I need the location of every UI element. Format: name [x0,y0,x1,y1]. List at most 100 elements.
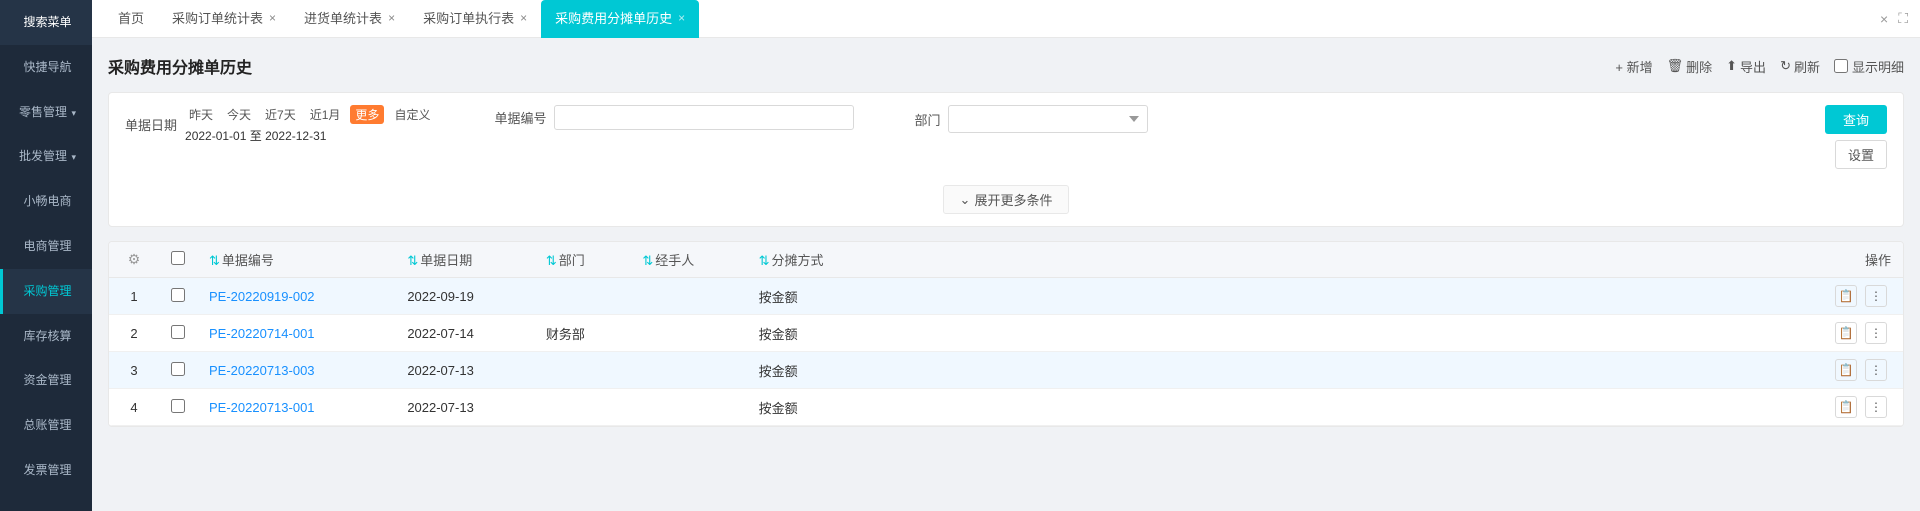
cell-split-method: 按金额 [747,315,1823,352]
more-icon[interactable]: ⋮ [1865,285,1887,307]
doc-no-input[interactable] [554,105,854,130]
expand-more-button[interactable]: ⌄ 展开更多条件 [943,185,1070,214]
delete-icon: 🗑 [1667,58,1684,74]
more-icon[interactable]: ⋮ [1865,322,1887,344]
shortcut-more[interactable]: 更多 [350,105,384,124]
cell-split-method: 按金额 [747,352,1823,389]
cell-doc-date: 2022-07-14 [395,315,534,352]
show-columns-toggle[interactable]: 显示明细 [1834,57,1904,76]
shortcut-1month[interactable]: 近1月 [306,105,345,124]
add-button[interactable]: + 新增 [1615,57,1652,76]
tab-close-purchase-inbound-stats[interactable]: × [388,11,395,25]
cell-operator [630,352,746,389]
th-doc-no[interactable]: ⇅单据编号 [197,242,395,278]
cell-doc-date: 2022-07-13 [395,352,534,389]
query-button[interactable]: 查询 [1825,105,1887,134]
sort-icon-doc-date: ⇅ [407,253,418,268]
doc-no-link[interactable]: PE-20220919-002 [209,289,315,304]
tab-purchase-inbound-stats[interactable]: 进货单统计表 × [290,0,409,38]
cell-doc-no: PE-20220714-001 [197,315,395,352]
table-header: ⚙ ⇅单据编号 ⇅单据日期 ⇅部门 [109,242,1903,278]
sidebar-item-miniapp[interactable]: 小畅电商 [0,179,92,224]
sidebar-item-purchase[interactable]: 采购管理 [0,269,92,314]
th-dept[interactable]: ⇅部门 [534,242,630,278]
dept-filter: 部门 [914,105,1148,133]
edit-icon[interactable]: 📋 [1835,396,1857,418]
filter-area: 单据日期 昨天 今天 近7天 近1月 更多 自定义 2022-01-01 至 2… [108,92,1904,227]
row-checkbox[interactable] [171,399,185,413]
sidebar-item-invoice[interactable]: 发票管理 [0,448,92,493]
shortcut-7days[interactable]: 近7天 [261,105,300,124]
cell-split-method: 按金额 [747,389,1823,426]
tab-label-purchase-cost-history: 采购费用分摊单历史 [555,8,672,27]
cell-doc-date: 2022-09-19 [395,278,534,315]
sidebar-item-wholesale[interactable]: 批发管理 ▾ [0,134,92,179]
table-row: 3 PE-20220713-003 2022-07-13 按金额 📋 ⋮ [109,352,1903,389]
cell-no: 1 [109,278,159,315]
sidebar-item-retail[interactable]: 零售管理 ▾ [0,90,92,135]
more-icon[interactable]: ⋮ [1865,359,1887,381]
window-maximize-icon[interactable]: ⛶ [1898,10,1908,27]
doc-no-link[interactable]: PE-20220714-001 [209,326,315,341]
cell-operator [630,315,746,352]
more-icon[interactable]: ⋮ [1865,396,1887,418]
cell-dept: 财务部 [534,315,630,352]
tab-home[interactable]: 首页 [104,0,158,38]
edit-icon[interactable]: 📋 [1835,322,1857,344]
th-operator[interactable]: ⇅经手人 [630,242,746,278]
shortcut-today[interactable]: 今天 [223,105,255,124]
column-settings-icon[interactable]: ⚙ [128,251,141,267]
export-button[interactable]: ⬆ 导出 [1726,57,1766,76]
tab-close-purchase-order-stats[interactable]: × [269,11,276,25]
cell-operations: 📋 ⋮ [1823,389,1903,426]
dept-label: 部门 [914,110,940,129]
sort-icon-doc-no: ⇅ [209,253,220,268]
cell-checkbox [159,389,197,426]
cell-operations: 📋 ⋮ [1823,352,1903,389]
th-split-method[interactable]: ⇅分摊方式 [747,242,1823,278]
table-body: 1 PE-20220919-002 2022-09-19 按金额 📋 ⋮ 2 P… [109,278,1903,426]
sidebar-item-finance[interactable]: 资金管理 [0,358,92,403]
filter-settings-button[interactable]: 设置 [1835,140,1887,169]
filter-right-actions: 查询 设置 [1825,105,1887,169]
cell-doc-date: 2022-07-13 [395,389,534,426]
row-checkbox[interactable] [171,288,185,302]
row-checkbox[interactable] [171,325,185,339]
tab-close-purchase-cost-history[interactable]: × [678,11,685,25]
tab-label-purchase-inbound-stats: 进货单统计表 [304,8,382,27]
th-doc-date[interactable]: ⇅单据日期 [395,242,534,278]
sort-icon-dept: ⇅ [546,253,557,268]
cell-checkbox [159,278,197,315]
dept-select[interactable] [948,105,1148,133]
sidebar-item-search[interactable]: 搜索菜单 [0,0,92,45]
tab-label-purchase-order-exec: 采购订单执行表 [423,8,514,27]
tab-purchase-order-exec[interactable]: 采购订单执行表 × [409,0,541,38]
tab-label-home: 首页 [118,8,144,27]
sidebar-item-quicknav[interactable]: 快捷导航 [0,45,92,90]
data-table-container: ⚙ ⇅单据编号 ⇅单据日期 ⇅部门 [108,241,1904,427]
tab-close-purchase-order-exec[interactable]: × [520,11,527,25]
date-filter-controls: 昨天 今天 近7天 近1月 更多 自定义 2022-01-01 至 2022-1… [185,105,434,144]
cell-split-method: 按金额 [747,278,1823,315]
tab-purchase-order-stats[interactable]: 采购订单统计表× [158,0,290,38]
window-close-icon[interactable]: × [1880,11,1888,27]
doc-no-link[interactable]: PE-20220713-003 [209,363,315,378]
shortcut-yesterday[interactable]: 昨天 [185,105,217,124]
cell-no: 2 [109,315,159,352]
sidebar-item-ledger[interactable]: 总账管理 [0,403,92,448]
shortcut-custom[interactable]: 自定义 [390,105,434,124]
th-settings: ⚙ [109,242,159,278]
edit-icon[interactable]: 📋 [1835,285,1857,307]
row-checkbox[interactable] [171,362,185,376]
cell-operations: 📋 ⋮ [1823,278,1903,315]
edit-icon[interactable]: 📋 [1835,359,1857,381]
refresh-icon: ↻ [1780,58,1791,74]
sidebar-item-inventory[interactable]: 库存核算 [0,314,92,359]
refresh-button[interactable]: ↻ 刷新 [1780,57,1820,76]
doc-no-link[interactable]: PE-20220713-001 [209,400,315,415]
sidebar-item-ecommerce[interactable]: 电商管理 [0,224,92,269]
select-all-checkbox[interactable] [171,251,185,265]
show-columns-checkbox[interactable] [1834,59,1848,73]
tab-purchase-cost-history[interactable]: 采购费用分摊单历史 × [541,0,699,38]
delete-button[interactable]: 🗑 删除 [1667,57,1713,76]
